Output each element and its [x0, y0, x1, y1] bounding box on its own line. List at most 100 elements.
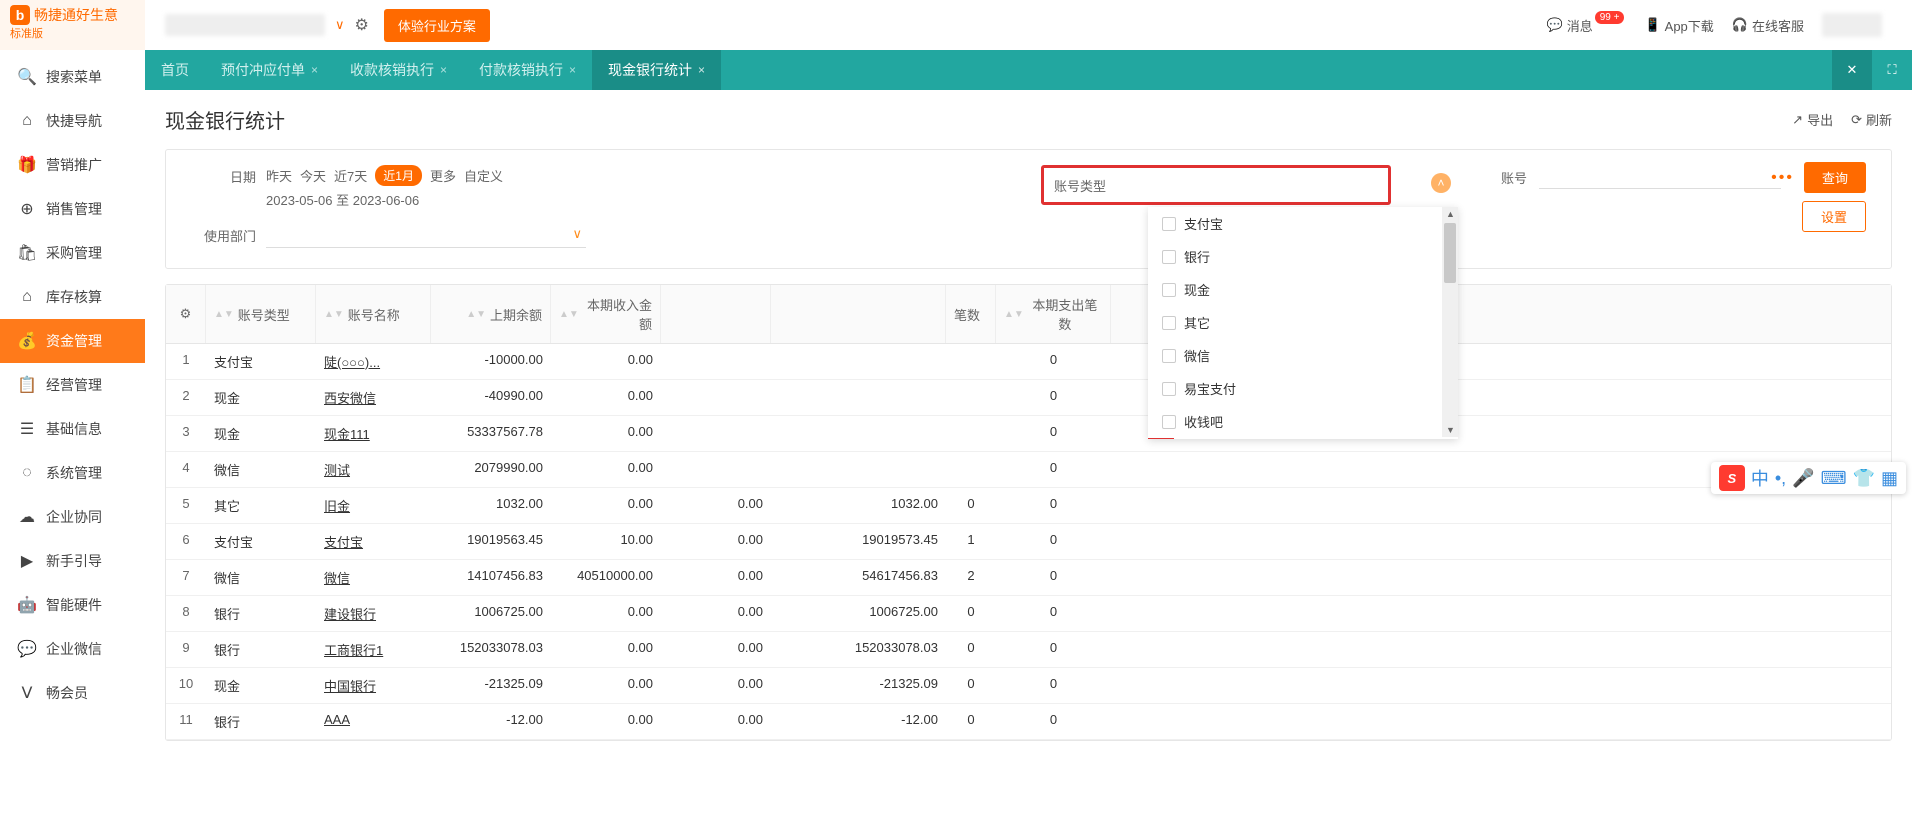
ime-mic-icon[interactable]: 🎤	[1792, 468, 1814, 489]
ime-skin-icon[interactable]: 👕	[1853, 468, 1875, 489]
sidebar-item-14[interactable]: Ⅴ畅会员	[0, 671, 145, 715]
messages-link[interactable]: 💬 消息 99 +	[1547, 16, 1627, 35]
account-name-link[interactable]: 微信	[324, 571, 350, 586]
chevron-down-icon[interactable]: ∨	[572, 226, 582, 242]
table-row[interactable]: 9 银行 工商银行1 152033078.03 0.00 0.00 152033…	[166, 632, 1891, 668]
tab-close-current-button[interactable]: ✕	[1832, 50, 1872, 90]
user-avatar-blur[interactable]	[1822, 13, 1882, 37]
company-selector[interactable]: ∨ ⚙	[165, 14, 369, 36]
account-type-collapse-button[interactable]: ˄	[1431, 173, 1451, 193]
col-account-type[interactable]: ▲▼账号类型	[206, 285, 316, 343]
account-name-link[interactable]: 测试	[324, 463, 350, 478]
date-option-3[interactable]: 近1月	[375, 165, 422, 186]
tab-expand-button[interactable]: ⛶	[1872, 50, 1912, 90]
date-option-0[interactable]: 昨天	[266, 166, 292, 185]
checkbox[interactable]	[1162, 217, 1176, 231]
checkbox[interactable]	[1162, 250, 1176, 264]
sidebar-item-8[interactable]: ☰基础信息	[0, 407, 145, 451]
col-prev-balance[interactable]: ▲▼上期余额	[431, 285, 551, 343]
sidebar-item-9[interactable]: ◌系统管理	[0, 451, 145, 495]
checkbox[interactable]	[1162, 415, 1176, 429]
ime-punct-icon[interactable]: •,	[1775, 468, 1786, 489]
tab-2[interactable]: 收款核销执行×	[334, 50, 463, 90]
sidebar-item-4[interactable]: 🛍采购管理	[0, 231, 145, 275]
dropdown-item-1[interactable]: 银行	[1148, 240, 1458, 273]
account-name-link[interactable]: 工商银行1	[324, 643, 383, 658]
sidebar-item-5[interactable]: ⌂库存核算	[0, 275, 145, 319]
table-row[interactable]: 3 现金 现金111 53337567.78 0.00 0	[166, 416, 1891, 452]
sidebar-item-0[interactable]: 🔍搜索菜单	[0, 55, 145, 99]
table-row[interactable]: 4 微信 测试 2079990.00 0.00 0	[166, 452, 1891, 488]
sidebar-item-7[interactable]: 📋经营管理	[0, 363, 145, 407]
account-type-input[interactable]	[1118, 178, 1378, 193]
ime-lang-label[interactable]: 中	[1751, 465, 1769, 491]
account-name-link[interactable]: 现金111	[324, 427, 370, 442]
close-icon[interactable]: ×	[569, 63, 576, 77]
dropdown-scrollbar[interactable]: ▲ ▼	[1442, 207, 1458, 437]
tab-3[interactable]: 付款核销执行×	[463, 50, 592, 90]
industry-plan-button[interactable]: 体验行业方案	[384, 9, 490, 42]
refresh-button[interactable]: ⟳ 刷新	[1851, 110, 1892, 129]
date-option-4[interactable]: 更多	[430, 166, 456, 185]
close-icon[interactable]: ×	[311, 63, 318, 77]
ime-keyboard-icon[interactable]: ⌨	[1821, 468, 1847, 489]
tab-4[interactable]: 现金银行统计×	[592, 50, 721, 90]
date-option-5[interactable]: 自定义	[464, 166, 503, 185]
table-row[interactable]: 1 支付宝 陡(○○○)... -10000.00 0.00 0	[166, 344, 1891, 380]
sidebar-item-3[interactable]: ⊕销售管理	[0, 187, 145, 231]
account-name-link[interactable]: 支付宝	[324, 535, 363, 550]
gear-icon[interactable]: ⚙	[355, 15, 369, 35]
more-options-button[interactable]: •••	[1771, 169, 1794, 187]
dropdown-item-5[interactable]: 易宝支付	[1148, 372, 1458, 405]
col-count[interactable]: 笔数	[946, 285, 996, 343]
account-input[interactable]	[1539, 165, 1781, 189]
checkbox[interactable]	[1162, 382, 1176, 396]
table-row[interactable]: 11 银行 AAA -12.00 0.00 0.00 -12.00 0 0	[166, 704, 1891, 740]
dropdown-item-3[interactable]: 其它	[1148, 306, 1458, 339]
sidebar-item-10[interactable]: ☁企业协同	[0, 495, 145, 539]
sidebar-item-2[interactable]: 🎁营销推广	[0, 143, 145, 187]
dropdown-item-2[interactable]: 现金	[1148, 273, 1458, 306]
export-button[interactable]: ↗ 导出	[1792, 110, 1833, 129]
sidebar-item-1[interactable]: ⌂快捷导航	[0, 99, 145, 143]
table-row[interactable]: 7 微信 微信 14107456.83 40510000.00 0.00 546…	[166, 560, 1891, 596]
sidebar-item-11[interactable]: ▶新手引导	[0, 539, 145, 583]
sidebar-item-6[interactable]: 💰资金管理	[0, 319, 145, 363]
date-option-2[interactable]: 近7天	[334, 166, 367, 185]
close-icon[interactable]: ×	[440, 63, 447, 77]
close-icon[interactable]: ×	[698, 63, 705, 77]
table-row[interactable]: 6 支付宝 支付宝 19019563.45 10.00 0.00 1901957…	[166, 524, 1891, 560]
dropdown-item-4[interactable]: 微信	[1148, 339, 1458, 372]
tab-1[interactable]: 预付冲应付单×	[205, 50, 334, 90]
checkbox[interactable]	[1162, 283, 1176, 297]
table-row[interactable]: 10 现金 中国银行 -21325.09 0.00 0.00 -21325.09…	[166, 668, 1891, 704]
checkbox[interactable]	[1162, 316, 1176, 330]
ime-tools-icon[interactable]: ▦	[1881, 468, 1898, 489]
scrollbar-thumb[interactable]	[1444, 223, 1456, 283]
dropdown-item-6[interactable]: 收钱吧	[1148, 405, 1458, 438]
account-name-link[interactable]: 旧金	[324, 499, 350, 514]
sidebar-item-13[interactable]: 💬企业微信	[0, 627, 145, 671]
table-row[interactable]: 5 其它 旧金 1032.00 0.00 0.00 1032.00 0 0	[166, 488, 1891, 524]
dropdown-item-7[interactable]: 长沙银行	[1148, 438, 1458, 439]
dept-input[interactable]	[266, 224, 586, 248]
checkbox[interactable]	[1162, 349, 1176, 363]
account-name-link[interactable]: 西安微信	[324, 391, 376, 406]
table-settings-column[interactable]: ⚙	[166, 285, 206, 343]
support-link[interactable]: 🎧 在线客服	[1732, 16, 1804, 35]
col-income[interactable]: ▲▼本期收入金额	[551, 285, 661, 343]
account-name-link[interactable]: 陡(○○○)...	[324, 355, 380, 370]
ime-toolbar[interactable]: S 中 •, 🎤 ⌨ 👕 ▦	[1711, 462, 1906, 494]
account-name-link[interactable]: 建设银行	[324, 607, 376, 622]
tab-0[interactable]: 首页	[145, 50, 205, 90]
account-name-link[interactable]: AAA	[324, 712, 350, 727]
col-account-name[interactable]: ▲▼账号名称	[316, 285, 431, 343]
dropdown-item-0[interactable]: 支付宝	[1148, 207, 1458, 240]
sidebar-item-12[interactable]: 🤖智能硬件	[0, 583, 145, 627]
table-row[interactable]: 8 银行 建设银行 1006725.00 0.00 0.00 1006725.0…	[166, 596, 1891, 632]
table-row[interactable]: 2 现金 西安微信 -40990.00 0.00 0	[166, 380, 1891, 416]
search-button[interactable]: 查询	[1804, 162, 1866, 193]
date-option-1[interactable]: 今天	[300, 166, 326, 185]
app-download-link[interactable]: 📱 App下载	[1644, 16, 1713, 35]
col-expense-count[interactable]: ▲▼本期支出笔数	[996, 285, 1111, 343]
